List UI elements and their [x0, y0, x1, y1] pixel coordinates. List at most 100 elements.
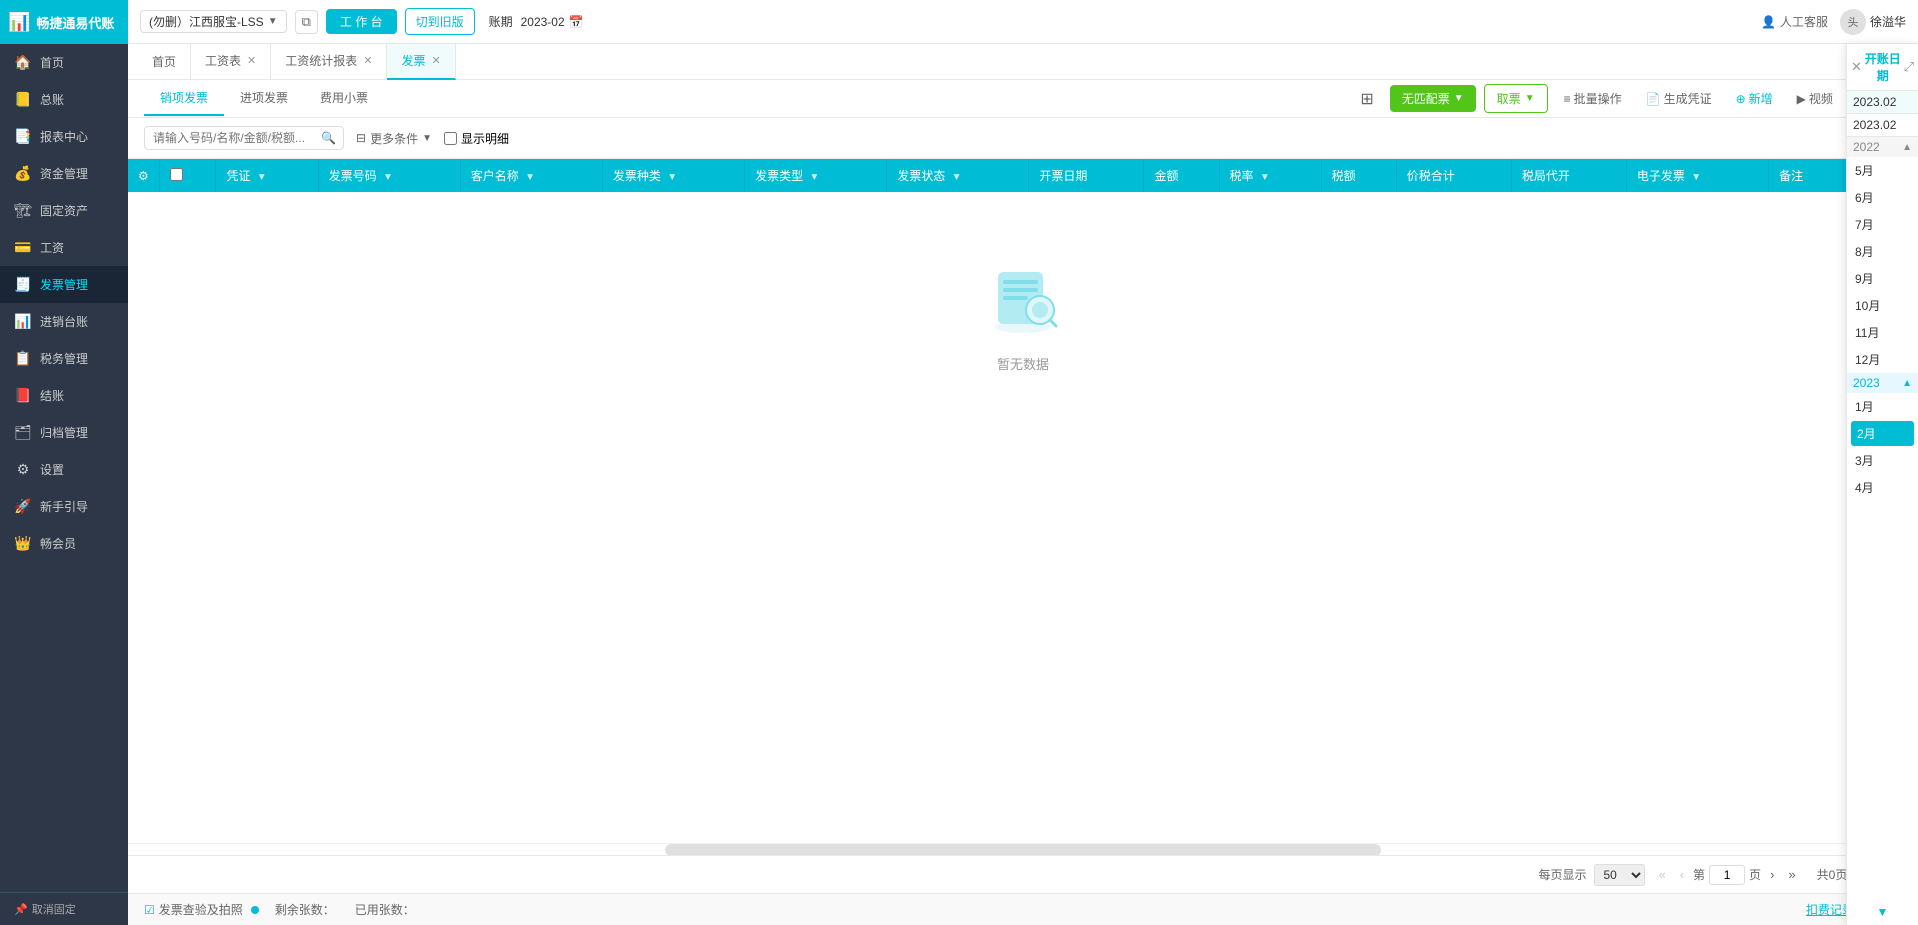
month-2022-12[interactable]: 12月 — [1847, 346, 1918, 373]
sidebar-item-archive[interactable]: 🗂 归档管理 — [0, 414, 128, 451]
new-button[interactable]: ⊕ 新增 — [1728, 86, 1781, 111]
tab-salary-stat[interactable]: 工资统计报表 ✕ — [271, 44, 387, 80]
show-detail-wrap[interactable]: 显示明细 — [444, 130, 509, 147]
prev-page-button[interactable]: ‹ — [1675, 865, 1689, 884]
search-icon[interactable]: 🔍 — [321, 131, 336, 145]
date-recent-2[interactable]: 2023.02 — [1847, 114, 1918, 137]
th-invoice-category[interactable]: 发票类型 ▼ — [745, 159, 887, 192]
scroll-down-icon[interactable]: ▼ — [1847, 899, 1918, 925]
period-calendar-icon[interactable]: 📅 — [569, 15, 584, 29]
grid-view-icon[interactable]: ⊞ — [1360, 89, 1373, 109]
sidebar-item-reports[interactable]: 📑 报表中心 — [0, 118, 128, 155]
hscroll-bar[interactable] — [128, 843, 1918, 855]
search-input[interactable] — [144, 126, 344, 150]
year-2023-chevron-icon: ▲ — [1902, 378, 1912, 389]
th-voucher[interactable]: 凭证 ▼ — [216, 159, 318, 192]
no-match-button[interactable]: 无匹配票 ▼ — [1390, 85, 1476, 112]
sub-tab-purchase[interactable]: 进项发票 — [224, 81, 304, 116]
sub-tab-sales[interactable]: 销项发票 — [144, 81, 224, 116]
sidebar-item-home[interactable]: 🏠 首页 — [0, 44, 128, 81]
month-2022-9[interactable]: 9月 — [1847, 265, 1918, 292]
th-amount[interactable]: 金额 — [1144, 159, 1219, 192]
first-page-button[interactable]: « — [1653, 865, 1670, 884]
sidebar-item-invoice[interactable]: 🧾 发票管理 — [0, 266, 128, 303]
month-2023-4[interactable]: 4月 — [1847, 474, 1918, 501]
show-detail-checkbox[interactable] — [444, 132, 457, 145]
th-settings[interactable]: ⚙ — [128, 159, 159, 192]
th-checkbox[interactable] — [159, 159, 216, 192]
invoice-verify-button[interactable]: ☑ 发票查验及拍照 — [144, 901, 259, 918]
tab-invoice-close-icon[interactable]: ✕ — [432, 54, 441, 67]
avatar: 头 — [1840, 9, 1866, 35]
user-menu[interactable]: 头 徐溢华 — [1840, 9, 1906, 35]
sidebar-item-assets[interactable]: 🏗 固定资产 — [0, 192, 128, 229]
chevron-down-icon: ▼ — [1877, 905, 1889, 919]
sidebar-unpin[interactable]: 📌 取消固定 — [0, 892, 128, 925]
th-invoice-type[interactable]: 发票种类 ▼ — [602, 159, 744, 192]
th-tax-total[interactable]: 价税合计 — [1396, 159, 1511, 192]
sidebar-item-guide[interactable]: 🚀 新手引导 — [0, 488, 128, 525]
sidebar-item-close[interactable]: 📕 结账 — [0, 377, 128, 414]
th-invoice-no[interactable]: 发票号码 ▼ — [318, 159, 460, 192]
table-wrap: ⚙ 凭证 ▼ 发票号码 ▼ 客户名称 ▼ 发票种类 ▼ 发票类型 ▼ 发票状态 … — [128, 159, 1918, 843]
more-conditions-button[interactable]: ⊟ 更多条件 ▼ — [356, 130, 432, 147]
th-tax-rate[interactable]: 税率 ▼ — [1219, 159, 1321, 192]
date-panel-close-icon[interactable]: ✕ — [1851, 59, 1862, 75]
month-2022-11[interactable]: 11月 — [1847, 319, 1918, 346]
date-panel-header: ✕ 开账日期 ⤢ — [1847, 44, 1918, 91]
month-2023-2[interactable]: 2月 — [1851, 421, 1914, 446]
page-content: 销项发票 进项发票 费用小票 ⊞ 无匹配票 ▼ 取票 ▼ ≡ — [128, 80, 1918, 925]
gen-voucher-button[interactable]: 📄 生成凭证 — [1638, 86, 1720, 111]
th-remark[interactable]: 备注 — [1769, 159, 1844, 192]
per-page-select[interactable]: 50 20 100 — [1594, 864, 1645, 886]
next-page-button[interactable]: › — [1765, 865, 1779, 884]
th-tax-office[interactable]: 税局代开 — [1511, 159, 1626, 192]
year-2023-header[interactable]: 2023 ▲ — [1847, 373, 1918, 393]
tab-salary-close-icon[interactable]: ✕ — [247, 54, 256, 67]
tab-salary-stat-close-icon[interactable]: ✕ — [363, 54, 372, 67]
close-book-icon: 📕 — [14, 387, 32, 404]
copy-button[interactable]: ⧉ — [295, 10, 318, 34]
month-2023-3[interactable]: 3月 — [1847, 447, 1918, 474]
last-page-button[interactable]: » — [1783, 865, 1800, 884]
sidebar-item-vip[interactable]: 👑 畅会员 — [0, 525, 128, 562]
old-version-button[interactable]: 切到旧版 — [405, 8, 475, 35]
video-button[interactable]: ▶ 视频 — [1789, 86, 1841, 111]
sort-voucher-icon: ▼ — [257, 172, 267, 183]
month-2022-5[interactable]: 5月 — [1847, 157, 1918, 184]
sub-tab-expense[interactable]: 费用小票 — [304, 81, 384, 116]
tab-invoice-label: 发票 — [401, 52, 425, 69]
sidebar-item-sales[interactable]: 📊 进销台账 — [0, 303, 128, 340]
batch-op-button[interactable]: ≡ 批量操作 — [1556, 86, 1630, 111]
th-invoice-status[interactable]: 发票状态 ▼ — [887, 159, 1029, 192]
th-e-invoice[interactable]: 电子发票 ▼ — [1626, 159, 1768, 192]
month-2023-1[interactable]: 1月 — [1847, 393, 1918, 420]
company-selector[interactable]: (勿删）江西服宝-LSS ▼ — [140, 10, 287, 33]
month-2022-8[interactable]: 8月 — [1847, 238, 1918, 265]
th-customer[interactable]: 客户名称 ▼ — [460, 159, 602, 192]
workbench-button[interactable]: 工 作 台 — [326, 9, 397, 34]
batch-op-label: 批量操作 — [1574, 90, 1622, 107]
year-2022-header[interactable]: 2022 ▲ — [1847, 137, 1918, 157]
sidebar-item-settings[interactable]: ⚙ 设置 — [0, 451, 128, 488]
month-2022-6[interactable]: 6月 — [1847, 184, 1918, 211]
th-open-date[interactable]: 开票日期 — [1029, 159, 1144, 192]
sidebar-item-salary[interactable]: 💳 工资 — [0, 229, 128, 266]
tab-home[interactable]: 首页 — [138, 44, 191, 80]
take-ticket-button[interactable]: 取票 ▼ — [1484, 84, 1548, 113]
month-2022-10[interactable]: 10月 — [1847, 292, 1918, 319]
tab-salary[interactable]: 工资表 ✕ — [191, 44, 271, 80]
sidebar-item-tax[interactable]: 📋 税务管理 — [0, 340, 128, 377]
customer-service-button[interactable]: 👤 人工客服 — [1761, 13, 1828, 30]
month-2022-7[interactable]: 7月 — [1847, 211, 1918, 238]
tab-invoice[interactable]: 发票 ✕ — [387, 44, 455, 80]
verify-dot — [251, 906, 259, 914]
date-recent-1[interactable]: 2023.02 — [1847, 91, 1918, 114]
th-tax[interactable]: 税额 — [1321, 159, 1396, 192]
sidebar-item-funds[interactable]: 💰 资金管理 — [0, 155, 128, 192]
home-icon: 🏠 — [14, 54, 32, 71]
date-panel-expand-icon[interactable]: ⤢ — [1904, 59, 1914, 75]
page-input[interactable] — [1709, 865, 1745, 885]
select-all-checkbox[interactable] — [170, 168, 183, 181]
sidebar-item-ledger[interactable]: 📒 总账 — [0, 81, 128, 118]
